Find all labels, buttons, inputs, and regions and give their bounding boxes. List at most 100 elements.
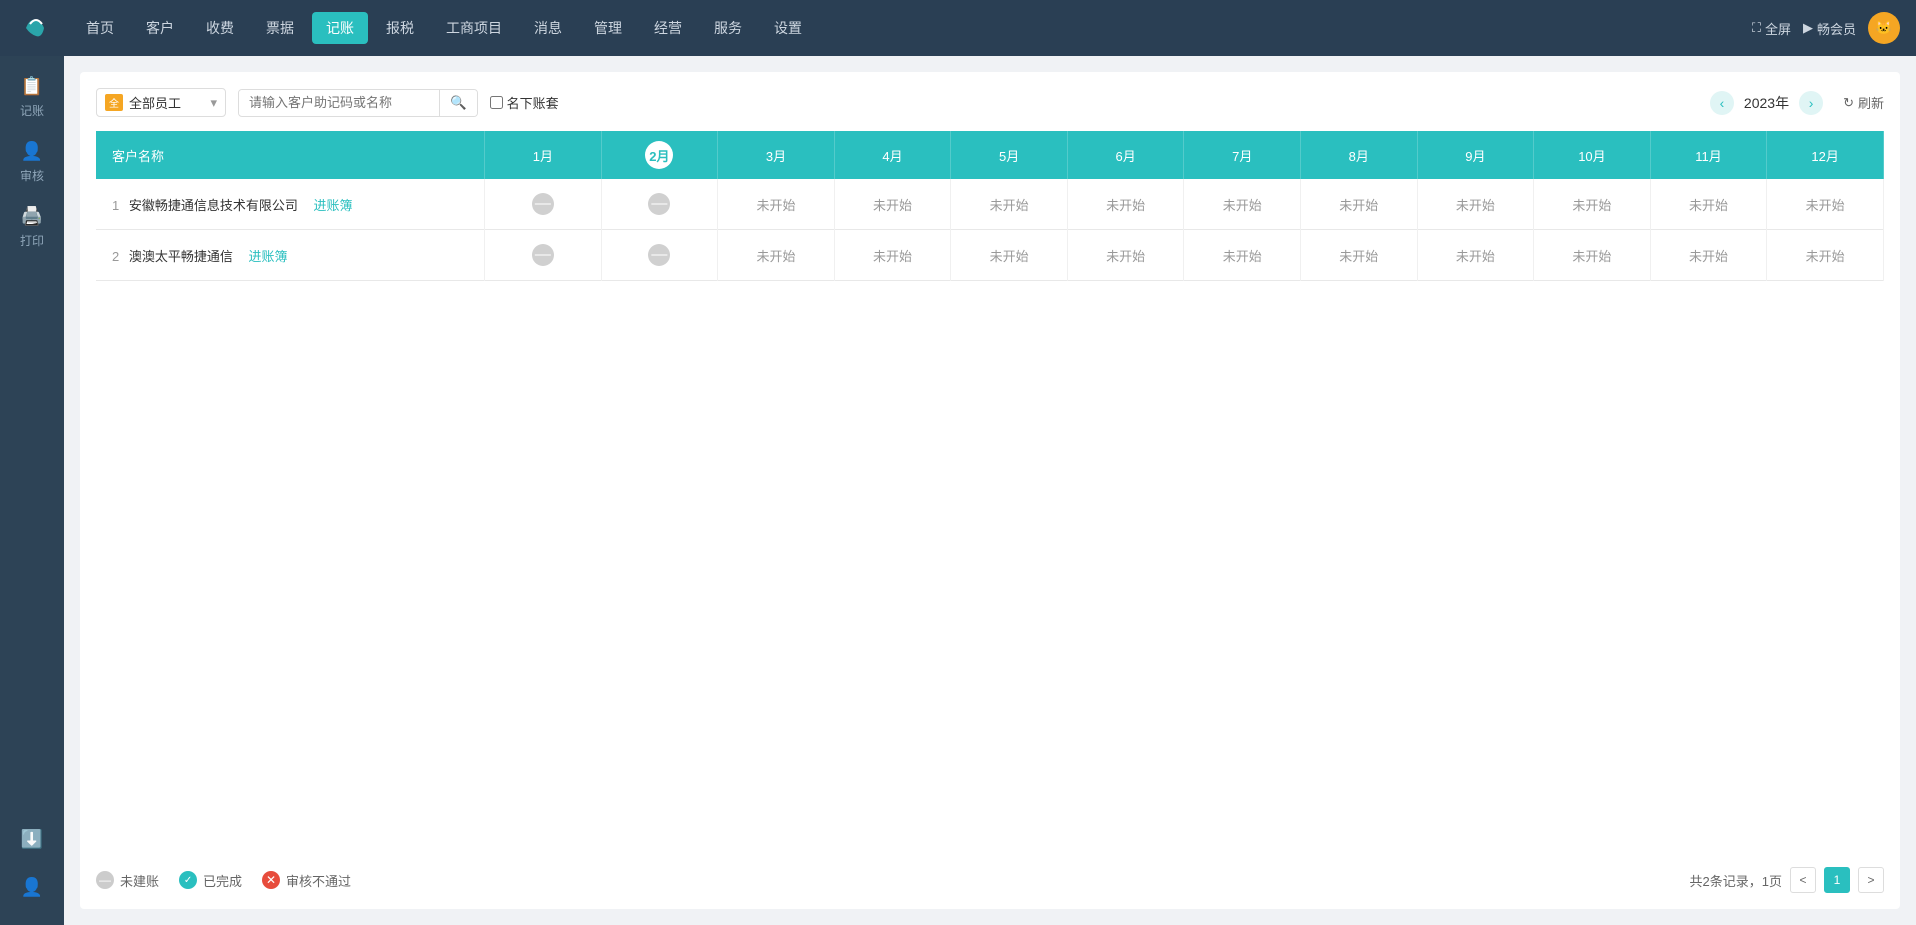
customer-name: 澳澳太平畅捷通信 [129,249,233,264]
month-cell-1-6: 未开始 [1184,230,1301,281]
download-icon: ⬇️ [20,827,44,851]
vip-button[interactable]: ▶ 畅会员 [1803,19,1856,38]
pagination-prev[interactable]: < [1790,867,1816,893]
sidebar: 📋 记账 👤 审核 🖨️ 打印 ⬇️ 👤 [0,56,64,925]
user-avatar[interactable]: 🐱 [1868,12,1900,44]
year-display: 2023年 [1744,93,1789,113]
legend-completed-icon: ✓ [179,871,197,889]
year-prev-button[interactable]: ‹ [1710,91,1734,115]
nav-manage[interactable]: 管理 [580,12,636,44]
month-cell-1-8: 未开始 [1417,230,1534,281]
legend-completed: ✓ 已完成 [179,871,242,890]
search-input[interactable] [239,90,439,115]
table-row: 2 澳澳太平畅捷通信 进账簿 ——未开始未开始未开始未开始未开始未开始未开始未开… [96,230,1884,281]
nav-right-area: ⛶ 全屏 ▶ 畅会员 🐱 [1752,12,1900,44]
bookkeeping-icon: 📋 [20,74,44,98]
customer-cell-1: 2 澳澳太平畅捷通信 进账簿 [96,230,485,281]
month-cell-1-7: 未开始 [1301,230,1418,281]
nav-message[interactable]: 消息 [520,12,576,44]
refresh-button[interactable]: ↻ 刷新 [1843,93,1884,112]
enter-account-link[interactable]: 进账簿 [249,249,288,264]
enter-account-link[interactable]: 进账簿 [314,198,353,213]
month-cell-1-5: 未开始 [1067,230,1184,281]
customer-cell-0: 1 安徽畅捷通信息技术有限公司 进账簿 [96,179,485,230]
legend-not-created-icon: — [96,871,114,889]
top-navigation: 首页 客户 收费 票据 记账 报税 工商项目 消息 管理 经营 服务 设置 ⛶ … [0,0,1916,56]
my-accounts-checkbox[interactable] [490,96,503,109]
month-cell-0-11: 未开始 [1767,179,1884,230]
my-accounts-label: 名下账套 [507,93,559,112]
col-header-jan: 1月 [485,131,602,179]
employee-tag-icon: 全 [105,94,123,111]
refresh-label: 刷新 [1858,93,1884,112]
month-cell-0-2: 未开始 [718,179,835,230]
vip-label: 畅会员 [1817,19,1856,38]
col-header-jun: 6月 [1067,131,1184,179]
nav-home[interactable]: 首页 [72,12,128,44]
col-header-dec: 12月 [1767,131,1884,179]
search-icon: 🔍 [450,95,467,110]
dropdown-arrow-icon: ▾ [210,95,217,111]
chevron-left-icon: ‹ [1720,95,1725,111]
toolbar: 全 全部员工 ▾ 🔍 名下账套 ‹ 2023年 › [96,88,1884,117]
year-next-button[interactable]: › [1799,91,1823,115]
table-row: 1 安徽畅捷通信息技术有限公司 进账簿 ——未开始未开始未开始未开始未开始未开始… [96,179,1884,230]
employee-select[interactable]: 全 全部员工 ▾ [96,88,226,117]
content-card: 全 全部员工 ▾ 🔍 名下账套 ‹ 2023年 › [80,72,1900,909]
status-dash-icon: — [532,193,554,215]
sidebar-item-print[interactable]: 🖨️ 打印 [0,194,64,259]
sidebar-bookkeeping-label: 记账 [20,102,44,119]
legend-not-created: — 未建账 [96,871,159,890]
audit-icon: 👤 [20,139,44,163]
month-cell-1-1: — [601,230,718,281]
user-icon: 👤 [20,875,44,899]
customer-name: 安徽畅捷通信息技术有限公司 [129,198,298,213]
sidebar-item-bookkeeping[interactable]: 📋 记账 [0,64,64,129]
nav-menu: 首页 客户 收费 票据 记账 报税 工商项目 消息 管理 经营 服务 设置 [72,12,1752,44]
legend-rejected: ✕ 审核不通过 [262,871,351,890]
fullscreen-button[interactable]: ⛶ 全屏 [1752,19,1791,38]
legend-rejected-icon: ✕ [262,871,280,889]
fullscreen-label: 全屏 [1765,19,1791,38]
nav-business[interactable]: 工商项目 [432,12,516,44]
pagination-next[interactable]: > [1858,867,1884,893]
month-cell-0-10: 未开始 [1650,179,1767,230]
legend-completed-label: 已完成 [203,871,242,890]
col-header-feb: 2月 [601,131,718,179]
nav-fee[interactable]: 收费 [192,12,248,44]
nav-operation[interactable]: 经营 [640,12,696,44]
month-cell-1-2: 未开始 [718,230,835,281]
nav-bookkeeping[interactable]: 记账 [312,12,368,44]
table-footer: — 未建账 ✓ 已完成 ✕ 审核不通过 共2条记录，1页 < 1 > [96,867,1884,893]
active-month-circle: 2月 [645,141,673,169]
month-cell-0-7: 未开始 [1301,179,1418,230]
search-wrap: 🔍 [238,89,478,117]
my-accounts-checkbox-label[interactable]: 名下账套 [490,93,559,112]
pagination: 共2条记录，1页 < 1 > [1690,867,1884,893]
search-button[interactable]: 🔍 [439,90,477,116]
nav-service[interactable]: 服务 [700,12,756,44]
status-dash-icon: — [648,193,670,215]
legend-not-created-label: 未建账 [120,871,159,890]
app-logo [16,8,56,48]
sidebar-download[interactable]: ⬇️ [20,817,44,861]
status-dash-icon: — [648,244,670,266]
nav-customer[interactable]: 客户 [132,12,188,44]
employee-select-label: 全部员工 [129,93,181,112]
month-cell-0-3: 未开始 [834,179,951,230]
nav-invoice[interactable]: 票据 [252,12,308,44]
sidebar-user[interactable]: 👤 [20,865,44,909]
account-table: 客户名称 1月 2月 3月 4月 5月 6月 7月 8月 9月 10月 11月 … [96,131,1884,281]
nav-tax[interactable]: 报税 [372,12,428,44]
month-cell-0-8: 未开始 [1417,179,1534,230]
nav-settings[interactable]: 设置 [760,12,816,44]
month-cell-0-6: 未开始 [1184,179,1301,230]
sidebar-item-audit[interactable]: 👤 审核 [0,129,64,194]
col-header-oct: 10月 [1534,131,1651,179]
col-header-mar: 3月 [718,131,835,179]
sidebar-bottom: ⬇️ 👤 [20,817,44,925]
col-header-jul: 7月 [1184,131,1301,179]
total-records-text: 共2条记录，1页 [1690,871,1782,890]
legend-rejected-label: 审核不通过 [286,871,351,890]
pagination-page-1[interactable]: 1 [1824,867,1850,893]
